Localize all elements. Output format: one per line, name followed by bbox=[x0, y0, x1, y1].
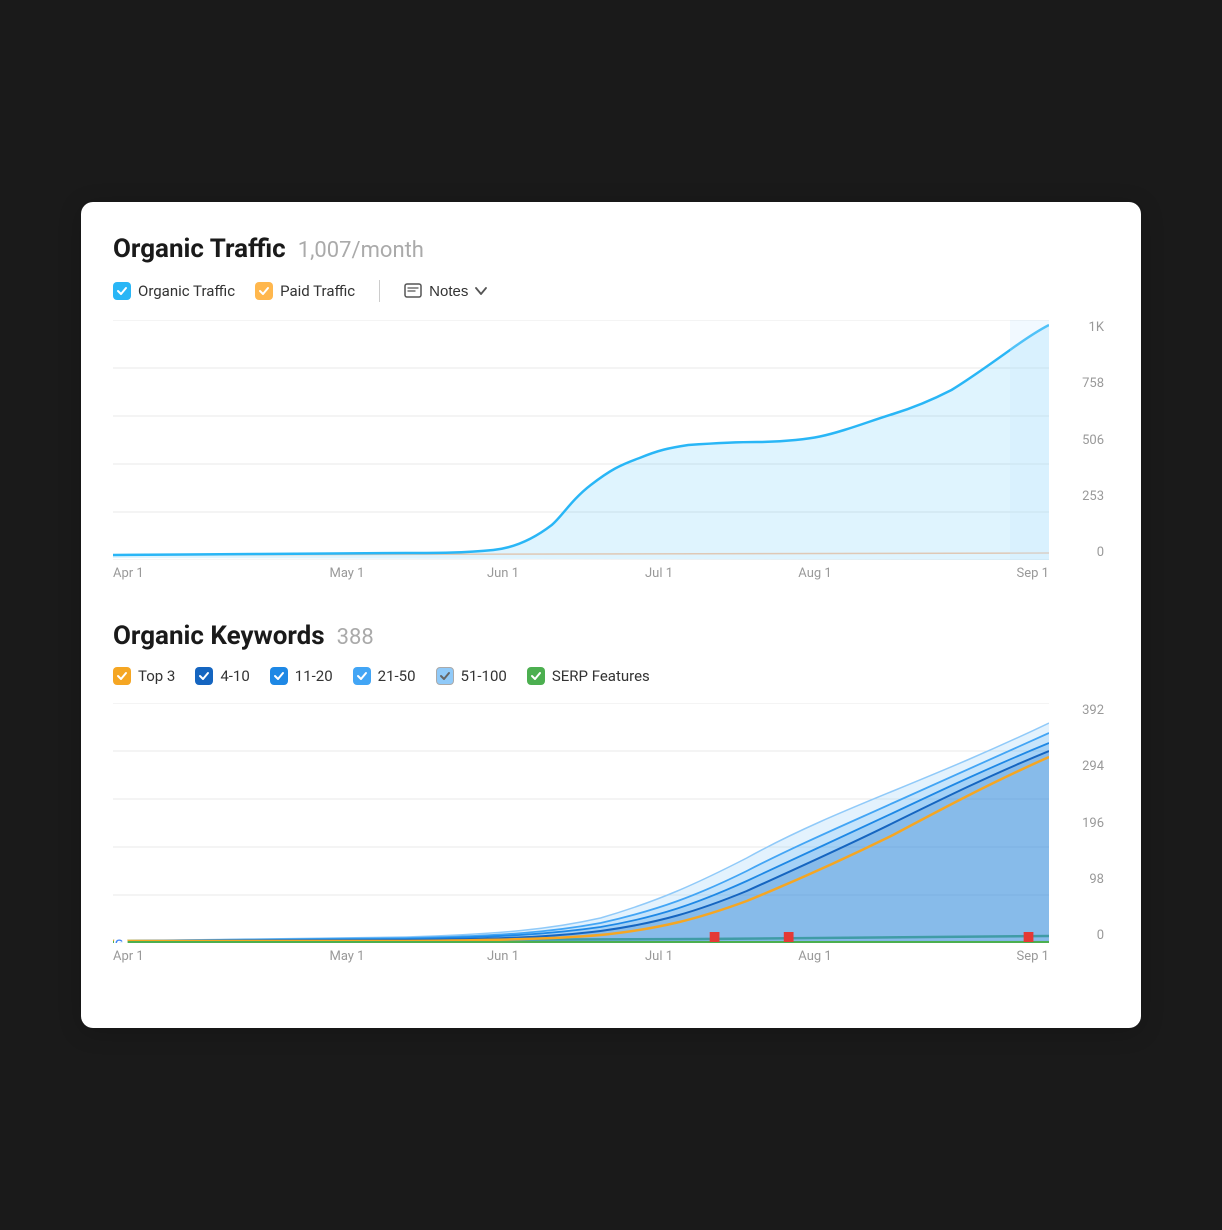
y-label-1k: 1K bbox=[1082, 320, 1104, 335]
x-label-jul1: Jul 1 bbox=[581, 566, 737, 581]
y-label-0: 0 bbox=[1082, 545, 1104, 560]
main-card: Organic Traffic 1,007/month Organic Traf… bbox=[81, 202, 1141, 1028]
organic-keywords-subtitle: 388 bbox=[337, 625, 374, 650]
organic-keywords-svg: G bbox=[113, 703, 1049, 943]
kw-x-label-jul1: Jul 1 bbox=[581, 949, 737, 964]
checkbox-21-50[interactable] bbox=[353, 667, 371, 685]
organic-traffic-title: Organic Traffic 1,007/month bbox=[113, 234, 1109, 264]
y-label-196: 196 bbox=[1082, 816, 1104, 831]
organic-keywords-legend: Top 3 4-10 11-20 21-50 bbox=[113, 667, 1109, 685]
kw-x-label-apr1: Apr 1 bbox=[113, 949, 269, 964]
organic-keywords-section: Organic Keywords 388 Top 3 4-10 11-20 bbox=[113, 621, 1109, 964]
organic-traffic-x-axis: Apr 1 May 1 Jun 1 Jul 1 Aug 1 Sep 1 bbox=[113, 566, 1049, 581]
organic-traffic-title-text: Organic Traffic bbox=[113, 234, 286, 264]
organic-traffic-section: Organic Traffic 1,007/month Organic Traf… bbox=[113, 234, 1109, 581]
y-label-253: 253 bbox=[1082, 489, 1104, 504]
y-label-294: 294 bbox=[1082, 759, 1104, 774]
legend-paid-traffic[interactable]: Paid Traffic bbox=[255, 282, 355, 300]
kw-x-label-jun1: Jun 1 bbox=[425, 949, 581, 964]
checkbox-4-10[interactable] bbox=[195, 667, 213, 685]
organic-traffic-svg bbox=[113, 320, 1049, 560]
organic-keywords-chart-wrap: G 392 294 196 98 0 bbox=[113, 703, 1049, 943]
organic-keywords-x-axis: Apr 1 May 1 Jun 1 Jul 1 Aug 1 Sep 1 bbox=[113, 949, 1049, 964]
checkbox-top3[interactable] bbox=[113, 667, 131, 685]
kw-x-label-aug1: Aug 1 bbox=[737, 949, 893, 964]
notes-label: Notes bbox=[429, 283, 468, 300]
organic-keywords-title-text: Organic Keywords bbox=[113, 621, 325, 651]
legend-top3[interactable]: Top 3 bbox=[113, 667, 175, 685]
y-label-392: 392 bbox=[1082, 703, 1104, 718]
legend-4-10[interactable]: 4-10 bbox=[195, 667, 249, 685]
notes-icon bbox=[404, 283, 422, 299]
x-label-sep1: Sep 1 bbox=[893, 566, 1049, 581]
y-label-506: 506 bbox=[1082, 433, 1104, 448]
organic-traffic-chart-container: 1K 758 506 253 0 Apr 1 May 1 Jun 1 Jul 1… bbox=[113, 320, 1109, 581]
kw-x-label-may1: May 1 bbox=[269, 949, 425, 964]
legend-organic-traffic-label: Organic Traffic bbox=[138, 282, 235, 300]
legend-21-50-label: 21-50 bbox=[378, 667, 416, 685]
legend-top3-label: Top 3 bbox=[138, 667, 175, 685]
organic-keywords-y-axis: 392 294 196 98 0 bbox=[1082, 703, 1104, 943]
y-label-0-kw: 0 bbox=[1082, 928, 1104, 943]
chevron-down-icon bbox=[475, 287, 487, 295]
notes-button[interactable]: Notes bbox=[404, 283, 487, 300]
y-label-98: 98 bbox=[1082, 872, 1104, 887]
checkbox-11-20[interactable] bbox=[270, 667, 288, 685]
legend-11-20-label: 11-20 bbox=[295, 667, 333, 685]
legend-serp-features[interactable]: SERP Features bbox=[527, 667, 650, 685]
x-label-aug1: Aug 1 bbox=[737, 566, 893, 581]
checkbox-organic-traffic[interactable] bbox=[113, 282, 131, 300]
legend-51-100-label: 51-100 bbox=[461, 667, 507, 685]
checkbox-51-100[interactable] bbox=[436, 667, 454, 685]
kw-x-label-sep1: Sep 1 bbox=[893, 949, 1049, 964]
legend-11-20[interactable]: 11-20 bbox=[270, 667, 333, 685]
checkbox-serp-features[interactable] bbox=[527, 667, 545, 685]
organic-traffic-chart-wrap: 1K 758 506 253 0 bbox=[113, 320, 1049, 560]
x-label-jun1: Jun 1 bbox=[425, 566, 581, 581]
legend-divider bbox=[379, 280, 380, 302]
legend-51-100[interactable]: 51-100 bbox=[436, 667, 507, 685]
legend-4-10-label: 4-10 bbox=[220, 667, 249, 685]
organic-traffic-subtitle: 1,007/month bbox=[298, 238, 424, 263]
legend-21-50[interactable]: 21-50 bbox=[353, 667, 416, 685]
x-label-apr1: Apr 1 bbox=[113, 566, 269, 581]
organic-keywords-title: Organic Keywords 388 bbox=[113, 621, 1109, 651]
organic-keywords-chart-container: G 392 294 196 98 0 Apr 1 May 1 Jun 1 Jul… bbox=[113, 703, 1109, 964]
legend-serp-features-label: SERP Features bbox=[552, 667, 650, 685]
svg-text:G: G bbox=[115, 938, 123, 943]
legend-paid-traffic-label: Paid Traffic bbox=[280, 282, 355, 300]
x-label-may1: May 1 bbox=[269, 566, 425, 581]
checkbox-paid-traffic[interactable] bbox=[255, 282, 273, 300]
legend-organic-traffic[interactable]: Organic Traffic bbox=[113, 282, 235, 300]
organic-traffic-legend: Organic Traffic Paid Traffic Notes bbox=[113, 280, 1109, 302]
organic-traffic-y-axis: 1K 758 506 253 0 bbox=[1082, 320, 1104, 560]
y-label-758: 758 bbox=[1082, 376, 1104, 391]
